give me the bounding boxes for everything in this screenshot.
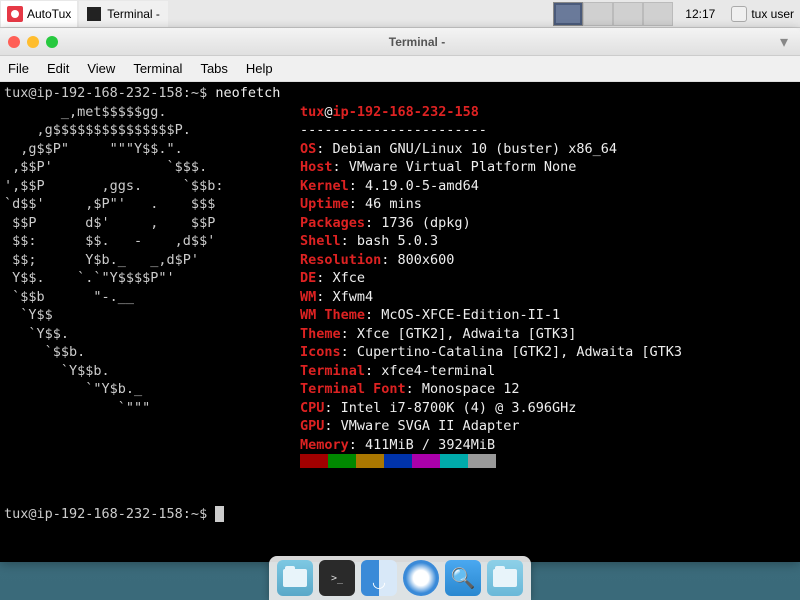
traffic-lights (8, 36, 58, 48)
panel-left: AutoTux Terminal - (0, 0, 551, 28)
dock-folder-icon[interactable] (487, 560, 523, 596)
maximize-button[interactable] (46, 36, 58, 48)
top-panel: AutoTux Terminal - 12:17 tux user (0, 0, 800, 28)
terminal-window: Terminal - ▾ File Edit View Terminal Tab… (0, 28, 800, 562)
menu-help[interactable]: Help (246, 61, 273, 76)
dock-search-icon[interactable]: 🔍 (445, 560, 481, 596)
window-titlebar[interactable]: Terminal - ▾ (0, 28, 800, 56)
close-button[interactable] (8, 36, 20, 48)
user-icon (731, 6, 747, 22)
autotux-logo-icon (7, 6, 23, 22)
autotux-label: AutoTux (27, 7, 71, 21)
task-label: Terminal - (107, 7, 160, 21)
dock-files-icon[interactable] (277, 560, 313, 596)
menu-file[interactable]: File (8, 61, 29, 76)
workspace-2[interactable] (583, 2, 613, 26)
workspace-4[interactable] (643, 2, 673, 26)
clock[interactable]: 12:17 (675, 7, 725, 21)
user-menu[interactable]: tux user (725, 6, 800, 22)
menu-edit[interactable]: Edit (47, 61, 69, 76)
workspace-1[interactable] (553, 2, 583, 26)
taskbar-terminal-button[interactable]: Terminal - (79, 1, 168, 27)
menu-terminal[interactable]: Terminal (133, 61, 182, 76)
terminal-body[interactable]: tux@ip-192-168-232-158:~$ neofetch _,met… (0, 82, 800, 562)
menu-tabs[interactable]: Tabs (200, 61, 227, 76)
dock-terminal-icon[interactable] (319, 560, 355, 596)
window-menu-icon[interactable]: ▾ (776, 32, 792, 52)
window-title: Terminal - (58, 35, 776, 49)
terminal-icon (87, 7, 101, 21)
workspace-3[interactable] (613, 2, 643, 26)
menubar: File Edit View Terminal Tabs Help (0, 56, 800, 82)
menu-view[interactable]: View (87, 61, 115, 76)
minimize-button[interactable] (27, 36, 39, 48)
user-label: tux user (751, 7, 794, 21)
dock-safari-icon[interactable] (403, 560, 439, 596)
dock: 🔍 (269, 556, 531, 600)
workspace-pager[interactable] (553, 2, 673, 26)
dock-finder-icon[interactable] (361, 560, 397, 596)
autotux-menu-button[interactable]: AutoTux (1, 1, 77, 27)
